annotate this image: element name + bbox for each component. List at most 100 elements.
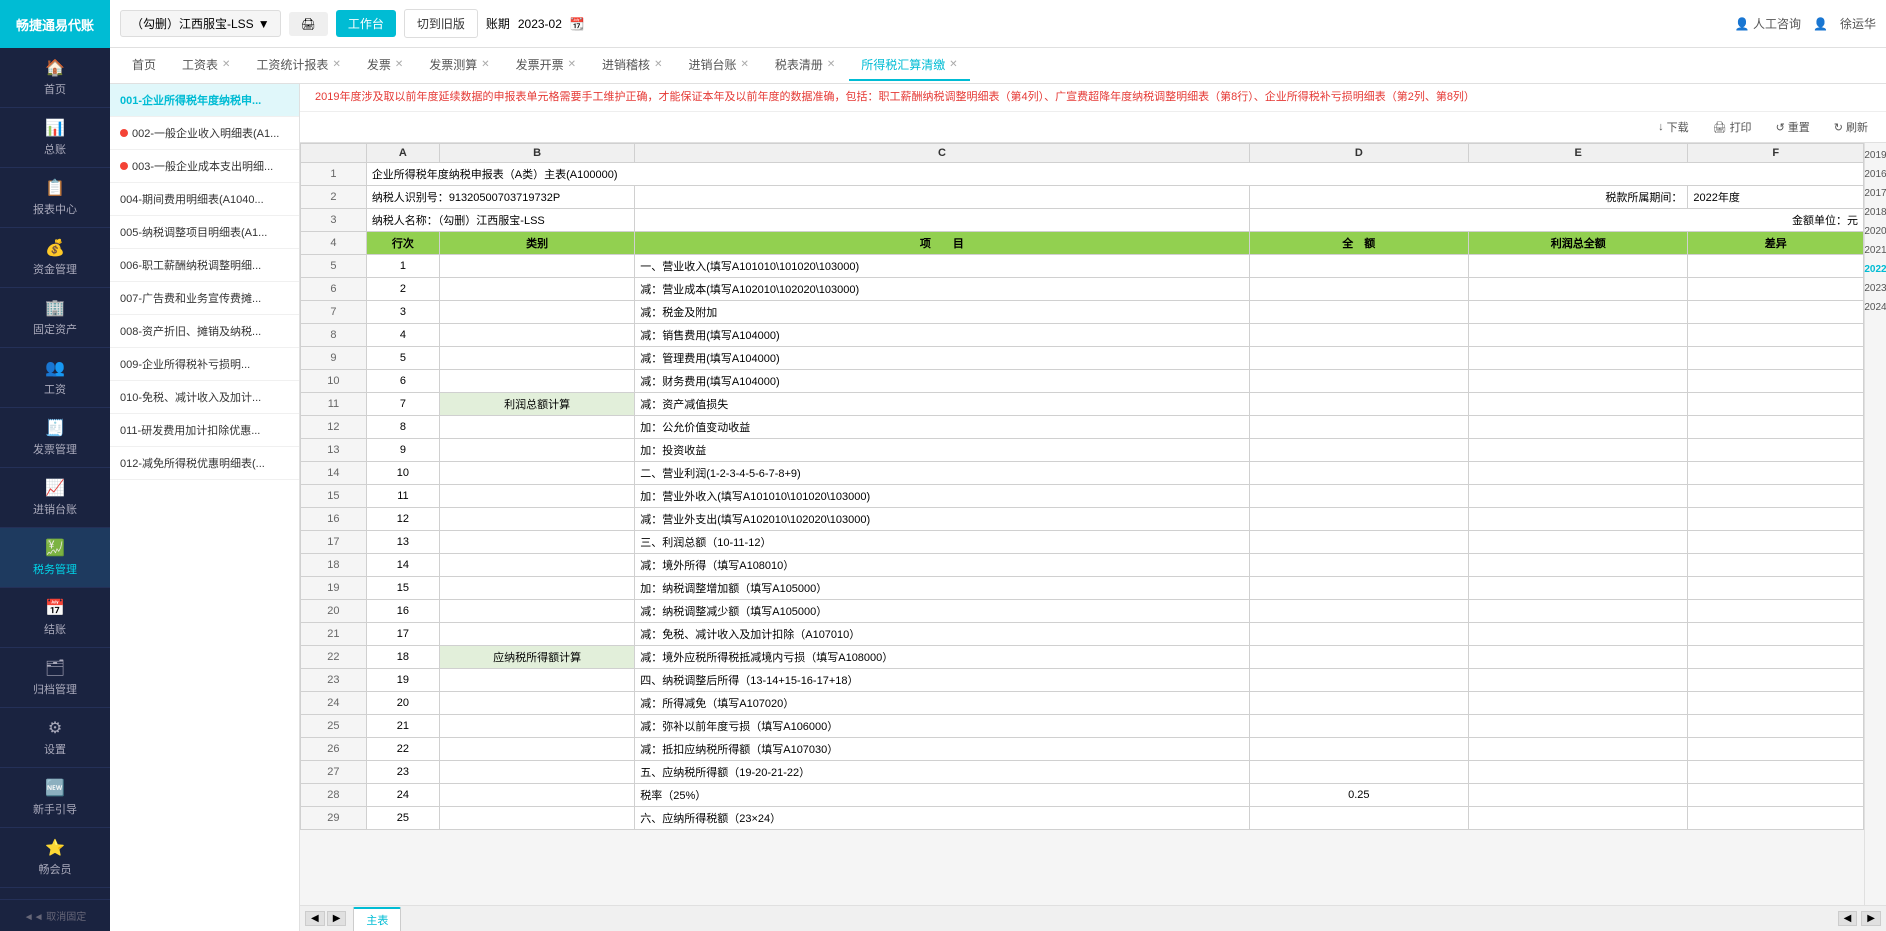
switch-old-button[interactable]: 切到旧版 xyxy=(404,9,478,38)
row-item[interactable]: 减：资产减值损失 xyxy=(635,393,1249,416)
row-item[interactable]: 加：投资收益 xyxy=(635,439,1249,462)
row-diff[interactable] xyxy=(1688,692,1864,715)
row-profit[interactable] xyxy=(1469,715,1688,738)
row-diff[interactable] xyxy=(1688,554,1864,577)
left-panel-item-007[interactable]: 007-广告费和业务宣传费摊... xyxy=(110,282,299,315)
tab-sales-ledger-close[interactable]: ✕ xyxy=(740,59,748,70)
sidebar-item-invoices[interactable]: 🧾 发票管理 xyxy=(0,408,110,468)
row-diff[interactable] xyxy=(1688,738,1864,761)
sidebar-item-reports[interactable]: 📋 报表中心 xyxy=(0,168,110,228)
sheet-nav-left[interactable]: ◀ xyxy=(305,911,325,926)
row-amount[interactable] xyxy=(1249,577,1468,600)
tab-salary-report-close[interactable]: ✕ xyxy=(332,59,340,70)
sidebar-item-assets[interactable]: 🏢 固定资产 xyxy=(0,288,110,348)
row-item[interactable]: 六、应纳所得税额（23×24） xyxy=(635,807,1249,830)
row-diff[interactable] xyxy=(1688,623,1864,646)
row-profit[interactable] xyxy=(1469,692,1688,715)
row-amount[interactable] xyxy=(1249,439,1468,462)
row-diff[interactable] xyxy=(1688,646,1864,669)
row-amount[interactable] xyxy=(1249,692,1468,715)
year-2018[interactable]: 2018 xyxy=(1862,204,1886,221)
reset-button[interactable]: ↺ 重置 xyxy=(1768,116,1818,138)
row-profit[interactable] xyxy=(1469,278,1688,301)
sidebar-item-salary[interactable]: 👥 工资 xyxy=(0,348,110,408)
row-diff[interactable] xyxy=(1688,508,1864,531)
row-item[interactable]: 减：税金及附加 xyxy=(635,301,1249,324)
row-profit[interactable] xyxy=(1469,600,1688,623)
left-panel-item-009[interactable]: 009-企业所得税补亏损明... xyxy=(110,348,299,381)
row-profit[interactable] xyxy=(1469,577,1688,600)
download-button[interactable]: ↓ 下载 xyxy=(1650,116,1697,138)
left-panel-item-005[interactable]: 005-纳税调整项目明细表(A1... xyxy=(110,216,299,249)
row-profit[interactable] xyxy=(1469,485,1688,508)
row-item[interactable]: 减：销售费用(填写A104000) xyxy=(635,324,1249,347)
row-item[interactable]: 减：营业外支出(填写A102010\102020\103000) xyxy=(635,508,1249,531)
print-button[interactable]: 🖨 打印 xyxy=(1705,116,1760,138)
row-amount[interactable] xyxy=(1249,554,1468,577)
tab-salary[interactable]: 工资表 ✕ xyxy=(170,50,242,81)
row-amount[interactable] xyxy=(1249,807,1468,830)
row-profit[interactable] xyxy=(1469,807,1688,830)
year-2024[interactable]: 2024 xyxy=(1862,299,1886,316)
row-amount[interactable] xyxy=(1249,301,1468,324)
row-diff[interactable] xyxy=(1688,485,1864,508)
left-panel-item-010[interactable]: 010-免税、减计收入及加计... xyxy=(110,381,299,414)
row-amount[interactable] xyxy=(1249,715,1468,738)
row-profit[interactable] xyxy=(1469,416,1688,439)
row-diff[interactable] xyxy=(1688,324,1864,347)
sidebar-item-ledger[interactable]: 📊 总账 xyxy=(0,108,110,168)
row-profit[interactable] xyxy=(1469,761,1688,784)
user-service[interactable]: 👤 人工咨询 xyxy=(1735,15,1801,32)
row-diff[interactable] xyxy=(1688,715,1864,738)
left-panel-item-001[interactable]: 001-企业所得税年度纳税申... xyxy=(110,84,299,117)
row-profit[interactable] xyxy=(1469,347,1688,370)
sidebar-item-member[interactable]: ⭐ 畅会员 xyxy=(0,828,110,888)
row-diff[interactable] xyxy=(1688,577,1864,600)
left-panel-item-003[interactable]: 003-一般企业成本支出明细... xyxy=(110,150,299,183)
left-panel-item-008[interactable]: 008-资产折旧、摊销及纳税... xyxy=(110,315,299,348)
sidebar-item-capital[interactable]: 💰 资金管理 xyxy=(0,228,110,288)
row-profit[interactable] xyxy=(1469,370,1688,393)
row-amount[interactable] xyxy=(1249,623,1468,646)
sidebar-item-close[interactable]: 📅 结账 xyxy=(0,588,110,648)
sidebar-item-settings[interactable]: ⚙ 设置 xyxy=(0,708,110,768)
row-profit[interactable] xyxy=(1469,255,1688,278)
row-profit[interactable] xyxy=(1469,393,1688,416)
tab-tax-clear[interactable]: 税表清册 ✕ xyxy=(763,50,847,81)
row-amount[interactable] xyxy=(1249,278,1468,301)
sidebar-item-sales[interactable]: 📈 进销台账 xyxy=(0,468,110,528)
year-2021[interactable]: 2021 xyxy=(1862,242,1886,259)
row-profit[interactable] xyxy=(1469,462,1688,485)
tab-invoice-calc-close[interactable]: ✕ xyxy=(481,59,489,70)
row-profit[interactable] xyxy=(1469,508,1688,531)
row-diff[interactable] xyxy=(1688,301,1864,324)
row-amount[interactable] xyxy=(1249,738,1468,761)
row-item[interactable]: 减：管理费用(填写A104000) xyxy=(635,347,1249,370)
row-profit[interactable] xyxy=(1469,784,1688,807)
left-panel-item-012[interactable]: 012-减免所得税优惠明细表(... xyxy=(110,447,299,480)
row-profit[interactable] xyxy=(1469,301,1688,324)
row-amount[interactable] xyxy=(1249,347,1468,370)
row-item[interactable]: 四、纳税调整后所得（13-14+15-16-17+18） xyxy=(635,669,1249,692)
workbench-button[interactable]: 工作台 xyxy=(336,10,396,37)
tab-invoice-open-close[interactable]: ✕ xyxy=(568,59,576,70)
year-2016[interactable]: 2016 xyxy=(1862,166,1886,183)
row-item[interactable]: 加：公允价值变动收益 xyxy=(635,416,1249,439)
row-amount[interactable] xyxy=(1249,255,1468,278)
row-amount[interactable] xyxy=(1249,416,1468,439)
tab-invoice-close[interactable]: ✕ xyxy=(395,59,403,70)
row-diff[interactable] xyxy=(1688,784,1864,807)
row-profit[interactable] xyxy=(1469,554,1688,577)
row-item[interactable]: 税率（25%） xyxy=(635,784,1249,807)
tab-home[interactable]: 首页 xyxy=(120,50,168,81)
left-panel-item-002[interactable]: 002-一般企业收入明细表(A1... xyxy=(110,117,299,150)
row-item[interactable]: 三、利润总额（10-11-12） xyxy=(635,531,1249,554)
row-item[interactable]: 减：纳税调整减少额（填写A105000） xyxy=(635,600,1249,623)
row-profit[interactable] xyxy=(1469,623,1688,646)
sidebar-item-home[interactable]: 🏠 首页 xyxy=(0,48,110,108)
row-item[interactable]: 减：抵扣应纳税所得额（填写A107030） xyxy=(635,738,1249,761)
row-diff[interactable] xyxy=(1688,462,1864,485)
tab-salary-close[interactable]: ✕ xyxy=(222,59,230,70)
row-diff[interactable] xyxy=(1688,669,1864,692)
tab-invoice-open[interactable]: 发票开票 ✕ xyxy=(504,50,588,81)
